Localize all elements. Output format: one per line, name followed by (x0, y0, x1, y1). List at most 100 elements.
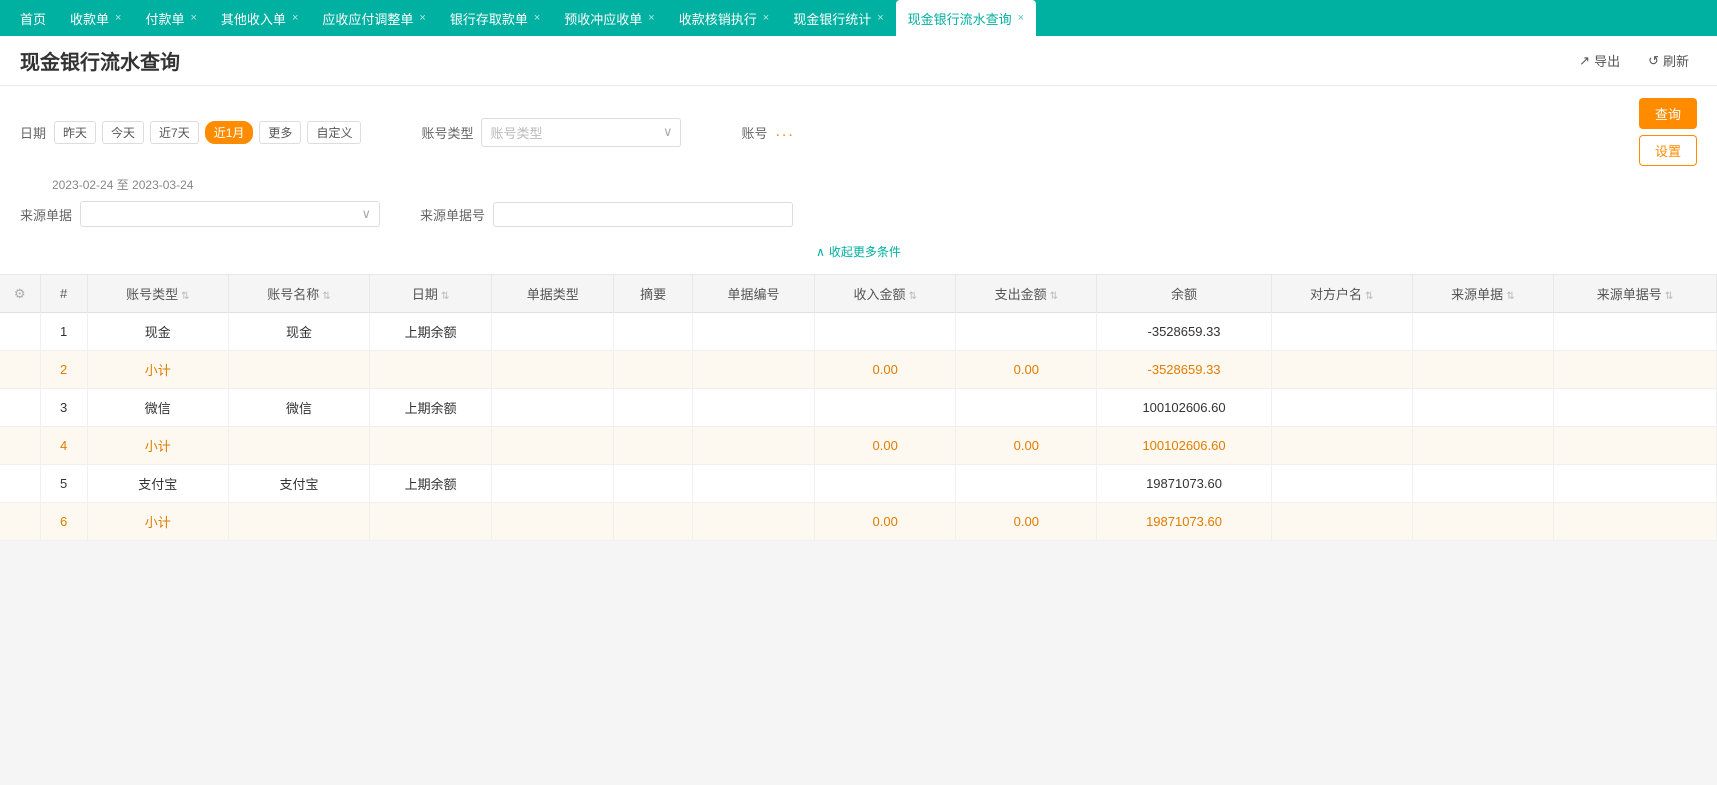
nav-item-adjustment[interactable]: 应收应付调整单 × (310, 0, 437, 36)
table-row: 1现金现金上期余额-3528659.33 (0, 313, 1717, 351)
cell-expense: 0.00 (956, 427, 1097, 465)
cell-expense: 0.00 (956, 351, 1097, 389)
top-navigation: 首页 收款单 × 付款单 × 其他收入单 × 应收应付调整单 × 银行存取款单 … (0, 0, 1717, 36)
source-doc-select[interactable]: ∨ (80, 201, 380, 227)
table-body: 1现金现金上期余额-3528659.332小计0.000.00-3528659.… (0, 313, 1717, 541)
col-source-doc-no[interactable]: 来源单据号⇅ (1553, 275, 1716, 313)
sort-date-icon: ⇅ (441, 291, 449, 302)
source-doc-arrow-icon: ∨ (362, 206, 372, 222)
cell-account-name (228, 503, 369, 541)
cell-gear (0, 389, 40, 427)
date-1month[interactable]: 近1月 (205, 121, 254, 144)
cell-income: 0.00 (815, 503, 956, 541)
cell-num: 3 (40, 389, 87, 427)
filter-row-1: 日期 昨天 今天 近7天 近1月 更多 自定义 账号类型 账号类型 ∨ 账号 .… (20, 98, 1697, 166)
col-date[interactable]: 日期⇅ (370, 275, 492, 313)
cell-balance: 19871073.60 (1097, 503, 1271, 541)
cell-date: 上期余额 (370, 465, 492, 503)
cell-gear (0, 427, 40, 465)
cell-summary (614, 427, 693, 465)
table-row: 3微信微信上期余额100102606.60 (0, 389, 1717, 427)
close-reconciliation-icon[interactable]: × (763, 12, 769, 24)
date-label: 日期 (20, 123, 46, 142)
cell-account-name: 支付宝 (228, 465, 369, 503)
col-doc-no: 单据编号 (692, 275, 814, 313)
col-balance: 余额 (1097, 275, 1271, 313)
sort-account-name-icon: ⇅ (322, 291, 330, 302)
table-container: ⚙ # 账号类型⇅ 账号名称⇅ 日期⇅ 单据类型 摘要 单据编号 收入金额⇅ (0, 275, 1717, 541)
table-row: 5支付宝支付宝上期余额19871073.60 (0, 465, 1717, 503)
cell-account-type: 小计 (87, 351, 228, 389)
account-type-label: 账号类型 (421, 123, 473, 142)
sort-source-doc-no-icon: ⇅ (1665, 291, 1673, 302)
close-other-income-icon[interactable]: × (292, 12, 298, 24)
close-cash-bank-flow-icon[interactable]: × (1018, 12, 1024, 24)
cell-source-doc-no (1553, 503, 1716, 541)
nav-item-cash-bank-flow[interactable]: 现金银行流水查询 × (896, 0, 1036, 36)
close-cash-bank-stats-icon[interactable]: × (877, 12, 883, 24)
cell-counterpart (1271, 465, 1412, 503)
query-button[interactable]: 查询 (1639, 98, 1697, 129)
cell-doc-type (492, 313, 614, 351)
cell-doc-type (492, 427, 614, 465)
source-doc-no-input[interactable] (493, 202, 793, 227)
col-account-name[interactable]: 账号名称⇅ (228, 275, 369, 313)
date-yesterday[interactable]: 昨天 (54, 121, 96, 144)
cell-num: 6 (40, 503, 87, 541)
account-label: 账号 (741, 123, 767, 142)
close-payment-icon[interactable]: × (190, 12, 196, 24)
date-more[interactable]: 更多 (259, 121, 301, 144)
cell-expense (956, 465, 1097, 503)
close-adjustment-icon[interactable]: × (419, 12, 425, 24)
col-source-doc[interactable]: 来源单据⇅ (1412, 275, 1553, 313)
close-bank-deposit-icon[interactable]: × (534, 12, 540, 24)
settings-button[interactable]: 设置 (1639, 135, 1697, 166)
table-row: 6小计0.000.0019871073.60 (0, 503, 1717, 541)
nav-item-advance[interactable]: 预收冲应收单 × (552, 0, 666, 36)
cell-balance: -3528659.33 (1097, 313, 1271, 351)
date-options: 昨天 今天 近7天 近1月 更多 自定义 (54, 121, 361, 144)
table-header-row: ⚙ # 账号类型⇅ 账号名称⇅ 日期⇅ 单据类型 摘要 单据编号 收入金额⇅ (0, 275, 1717, 313)
date-custom[interactable]: 自定义 (307, 121, 361, 144)
table-row: 2小计0.000.00-3528659.33 (0, 351, 1717, 389)
cell-gear (0, 503, 40, 541)
account-more-dots[interactable]: ... (775, 123, 794, 141)
cell-income: 0.00 (815, 427, 956, 465)
col-summary: 摘要 (614, 275, 693, 313)
nav-item-bank-deposit[interactable]: 银行存取款单 × (438, 0, 552, 36)
col-account-type[interactable]: 账号类型⇅ (87, 275, 228, 313)
export-button[interactable]: ↗ 导出 (1571, 47, 1628, 74)
cell-source-doc (1412, 427, 1553, 465)
col-num: # (40, 275, 87, 313)
cell-date (370, 351, 492, 389)
sort-account-type-icon: ⇅ (181, 291, 189, 302)
cell-counterpart (1271, 427, 1412, 465)
col-income[interactable]: 收入金额⇅ (815, 275, 956, 313)
cell-doc-no (692, 465, 814, 503)
cell-gear (0, 351, 40, 389)
cell-num: 4 (40, 427, 87, 465)
nav-item-reconciliation[interactable]: 收款核销执行 × (667, 0, 781, 36)
nav-item-receipt[interactable]: 收款单 × (58, 0, 133, 36)
close-receipt-icon[interactable]: × (115, 12, 121, 24)
cell-source-doc (1412, 503, 1553, 541)
column-settings-icon[interactable]: ⚙ (14, 286, 26, 301)
nav-item-home[interactable]: 首页 (8, 0, 58, 36)
date-today[interactable]: 今天 (102, 121, 144, 144)
collapse-label: 收起更多条件 (829, 243, 901, 260)
cell-balance: 100102606.60 (1097, 389, 1271, 427)
col-expense[interactable]: 支出金额⇅ (956, 275, 1097, 313)
cell-summary (614, 503, 693, 541)
date-7days[interactable]: 近7天 (150, 121, 199, 144)
col-counterpart[interactable]: 对方户名⇅ (1271, 275, 1412, 313)
nav-item-cash-bank-stats[interactable]: 现金银行统计 × (781, 0, 895, 36)
nav-item-other-income[interactable]: 其他收入单 × (209, 0, 310, 36)
collapse-bar[interactable]: ∧ 收起更多条件 (20, 237, 1697, 262)
cell-expense: 0.00 (956, 503, 1097, 541)
cell-doc-type (492, 465, 614, 503)
date-range-display: 2023-02-24 至 2023-03-24 (52, 176, 1697, 193)
refresh-button[interactable]: ↺ 刷新 (1640, 47, 1697, 74)
close-advance-icon[interactable]: × (648, 12, 654, 24)
account-type-select[interactable]: 账号类型 ∨ (481, 118, 681, 147)
nav-item-payment[interactable]: 付款单 × (133, 0, 208, 36)
